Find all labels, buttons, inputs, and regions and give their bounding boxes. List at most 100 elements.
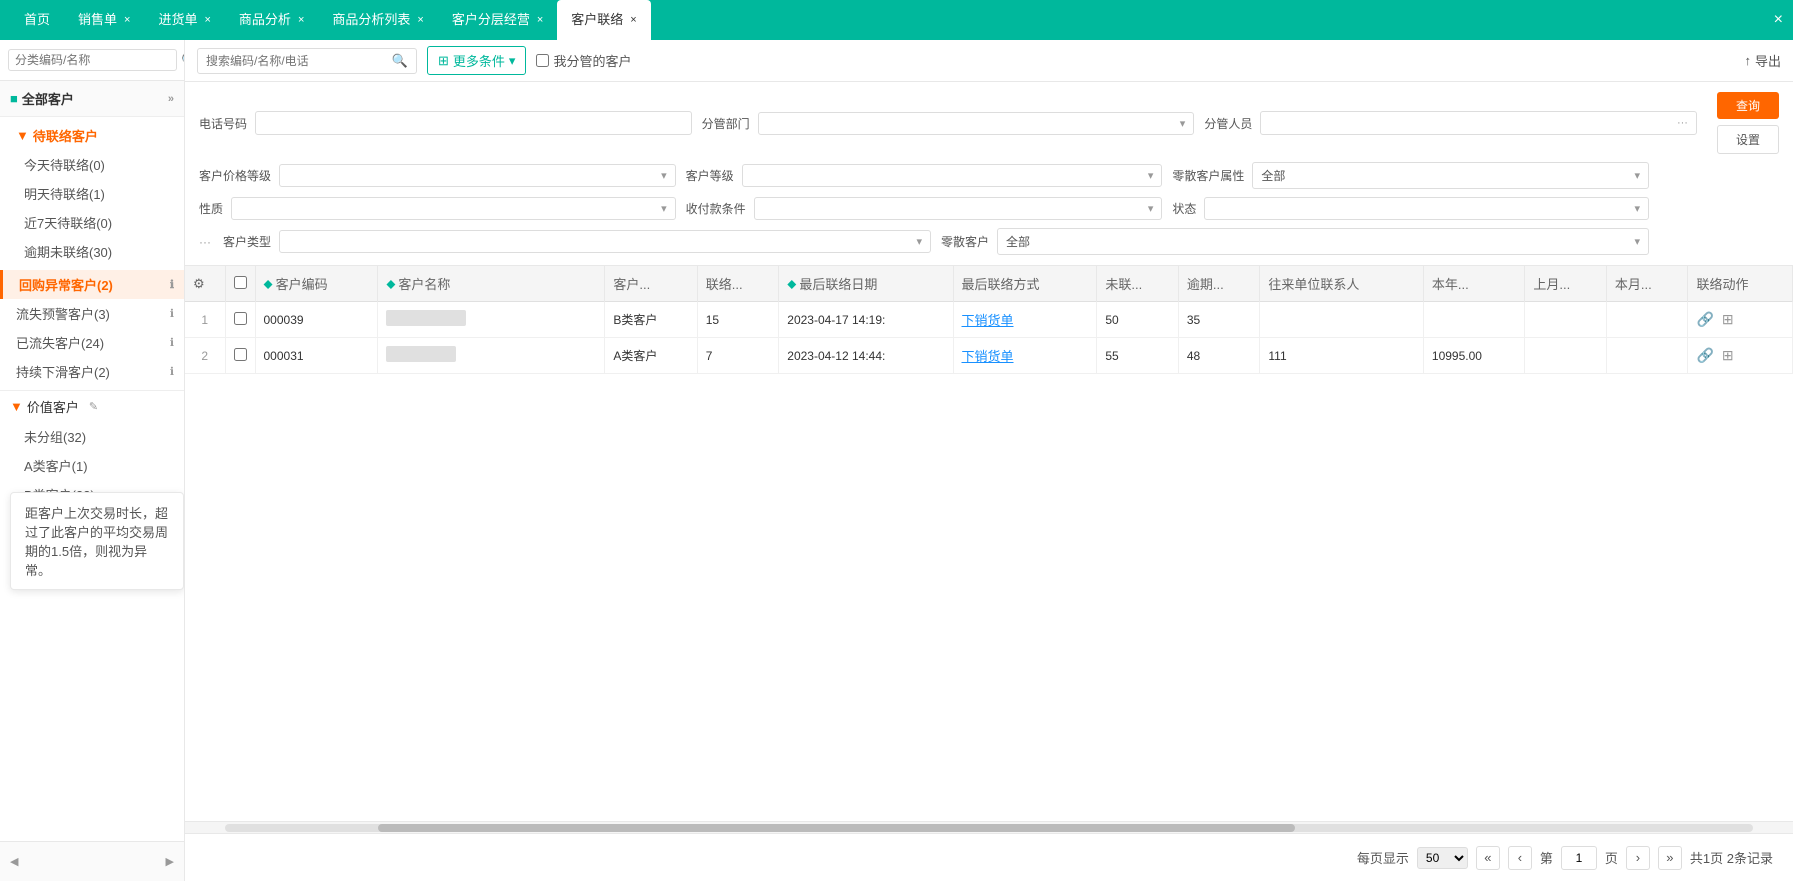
churn-info-icon[interactable]: ℹ	[170, 307, 174, 320]
customer-type-select[interactable]: ▾	[279, 230, 931, 253]
th-checkbox[interactable]	[225, 266, 255, 302]
branch-person-text[interactable]	[1269, 116, 1671, 130]
th-customer-code[interactable]: ⬥ 客户编码	[255, 266, 378, 302]
nav-close-customer-stratification[interactable]: ×	[537, 0, 543, 40]
row2-name[interactable]	[378, 338, 605, 374]
row2-link-icon[interactable]: 🔗	[1696, 347, 1713, 364]
th-overdue[interactable]: 逾期...	[1178, 266, 1260, 302]
sidebar-item-today[interactable]: 今天待联络(0)	[0, 150, 184, 179]
edit-icon[interactable]: ✎	[89, 400, 98, 413]
churned-info-icon[interactable]: ℹ	[170, 336, 174, 349]
th-unit-contact[interactable]: 往来单位联系人	[1260, 266, 1424, 302]
nav-customer-stratification[interactable]: 客户分层经营 ×	[438, 0, 557, 40]
current-page-input[interactable]	[1561, 846, 1597, 870]
row1-grid-icon[interactable]: ⊞	[1722, 311, 1734, 328]
sidebar-item-abnormal-repurchase[interactable]: 回购异常客户(2) ℹ	[0, 270, 184, 299]
th-last-contact-date[interactable]: ⬥ 最后联络日期	[779, 266, 953, 302]
sidebar-item-overdue[interactable]: 逾期未联络(30)	[0, 237, 184, 266]
value-customers-header[interactable]: ▼ 价值客户 ✎	[0, 390, 184, 422]
nav-home[interactable]: 首页	[10, 0, 64, 40]
status-select[interactable]: ▾	[1204, 197, 1649, 220]
row2-this-year: 10995.00	[1423, 338, 1525, 374]
horizontal-scrollbar[interactable]	[185, 821, 1793, 833]
declining-info-icon[interactable]: ℹ	[170, 365, 174, 378]
branch-dept-select[interactable]: ▾	[758, 112, 1195, 135]
sidebar-item-declining[interactable]: 持续下滑客户(2) ℹ	[0, 357, 184, 386]
all-customers-header[interactable]: ■ 全部客户 »	[0, 81, 184, 117]
per-page-select[interactable]: 20 50 100	[1417, 847, 1468, 869]
waiting-contact-header[interactable]: ▼ 待联络客户	[0, 121, 184, 150]
search-input[interactable]	[206, 54, 386, 68]
sidebar-item-tomorrow[interactable]: 明天待联络(1)	[0, 179, 184, 208]
next-page-btn[interactable]: ›	[1626, 846, 1650, 870]
sidebar-item-class-a[interactable]: A类客户(1)	[0, 451, 184, 480]
row1-unit-contact	[1260, 302, 1424, 338]
th-last-month[interactable]: 上月...	[1525, 266, 1607, 302]
my-customers-checkbox[interactable]	[536, 54, 549, 67]
th-unread[interactable]: 未联...	[1097, 266, 1179, 302]
retail-customer-select[interactable]: 全部 ▾	[997, 228, 1649, 255]
abnormal-info-icon[interactable]: ℹ	[170, 278, 174, 291]
row1-checkbox[interactable]	[225, 302, 255, 338]
th-contact-count[interactable]: 联络...	[697, 266, 779, 302]
more-conditions-btn[interactable]: ⊞ 更多条件 ▾	[427, 46, 526, 75]
th-last-contact-method[interactable]: 最后联络方式	[953, 266, 1097, 302]
row1-last-contact-method[interactable]: 下销货单	[953, 302, 1097, 338]
search-field[interactable]: 🔍	[197, 48, 417, 74]
nav-product-list[interactable]: 商品分析列表 ×	[318, 0, 437, 40]
nav-close-product-analysis[interactable]: ×	[298, 0, 304, 40]
sidebar-scroll-left[interactable]: ◀	[10, 855, 18, 868]
nav-sales[interactable]: 销售单 ×	[64, 0, 144, 40]
row2-last-contact-method[interactable]: 下销货单	[953, 338, 1097, 374]
nav-customer-contact[interactable]: 客户联络 ×	[557, 0, 650, 40]
price-grade-select[interactable]: ▾	[279, 164, 676, 187]
row2-code: 000031	[255, 338, 378, 374]
prev-page-btn[interactable]: ‹	[1508, 846, 1532, 870]
sidebar-item-churned[interactable]: 已流失客户(24) ℹ	[0, 328, 184, 357]
sidebar-item-ungroup[interactable]: 未分组(32)	[0, 422, 184, 451]
sidebar-item-churn-warning[interactable]: 流失预警客户(3) ℹ	[0, 299, 184, 328]
select-all-checkbox[interactable]	[234, 276, 247, 289]
sidebar-search-input[interactable]	[8, 49, 177, 71]
row1-name[interactable]	[378, 302, 605, 338]
row2-checkbox[interactable]	[225, 338, 255, 374]
scrollbar-thumb[interactable]	[378, 824, 1295, 832]
nav-close-purchase[interactable]: ×	[204, 0, 210, 40]
my-customers-checkbox-label[interactable]: 我分管的客户	[536, 51, 631, 70]
nav-purchase[interactable]: 进货单 ×	[144, 0, 224, 40]
th-settings[interactable]: ⚙	[185, 266, 225, 302]
settings-icon[interactable]: ⚙	[193, 276, 205, 292]
price-grade-group: 客户价格等级 ▾	[199, 164, 676, 187]
nav-close-product-list[interactable]: ×	[417, 0, 423, 40]
th-this-month[interactable]: 本月...	[1606, 266, 1688, 302]
row1-code: 000039	[255, 302, 378, 338]
export-btn[interactable]: ↑ 导出	[1744, 51, 1781, 70]
more-conditions-icon[interactable]: ···	[199, 235, 213, 249]
last-page-btn[interactable]: »	[1658, 846, 1682, 870]
sidebar-scroll-right[interactable]: ▶	[166, 855, 174, 868]
sidebar-item-7days[interactable]: 近7天待联络(0)	[0, 208, 184, 237]
customer-grade-group: 客户等级 ▾	[686, 164, 1163, 187]
window-close-btn[interactable]: ×	[1774, 11, 1783, 29]
first-page-btn[interactable]: «	[1476, 846, 1500, 870]
nav-close-sales[interactable]: ×	[124, 0, 130, 40]
payment-select[interactable]: ▾	[754, 197, 1163, 220]
th-customer-type[interactable]: 客户...	[605, 266, 697, 302]
query-btn[interactable]: 查询	[1717, 92, 1779, 119]
branch-person-input[interactable]: ···	[1260, 111, 1697, 135]
phone-text-input[interactable]	[264, 116, 683, 130]
row1-select-checkbox[interactable]	[234, 312, 247, 325]
customer-grade-select[interactable]: ▾	[742, 164, 1163, 187]
nav-product-analysis[interactable]: 商品分析 ×	[225, 0, 318, 40]
gender-select[interactable]: ▾	[231, 197, 676, 220]
row1-link-icon[interactable]: 🔗	[1696, 311, 1713, 328]
collapse-icon[interactable]: »	[168, 93, 174, 105]
row2-grid-icon[interactable]: ⊞	[1722, 347, 1734, 364]
setting-btn[interactable]: 设置	[1717, 125, 1779, 154]
th-this-year[interactable]: 本年...	[1423, 266, 1525, 302]
th-customer-name[interactable]: ⬥ 客户名称	[378, 266, 605, 302]
phone-input[interactable]	[255, 111, 692, 135]
retail-attr-select[interactable]: 全部 ▾	[1252, 162, 1649, 189]
nav-close-customer-contact[interactable]: ×	[630, 0, 636, 40]
row2-select-checkbox[interactable]	[234, 348, 247, 361]
